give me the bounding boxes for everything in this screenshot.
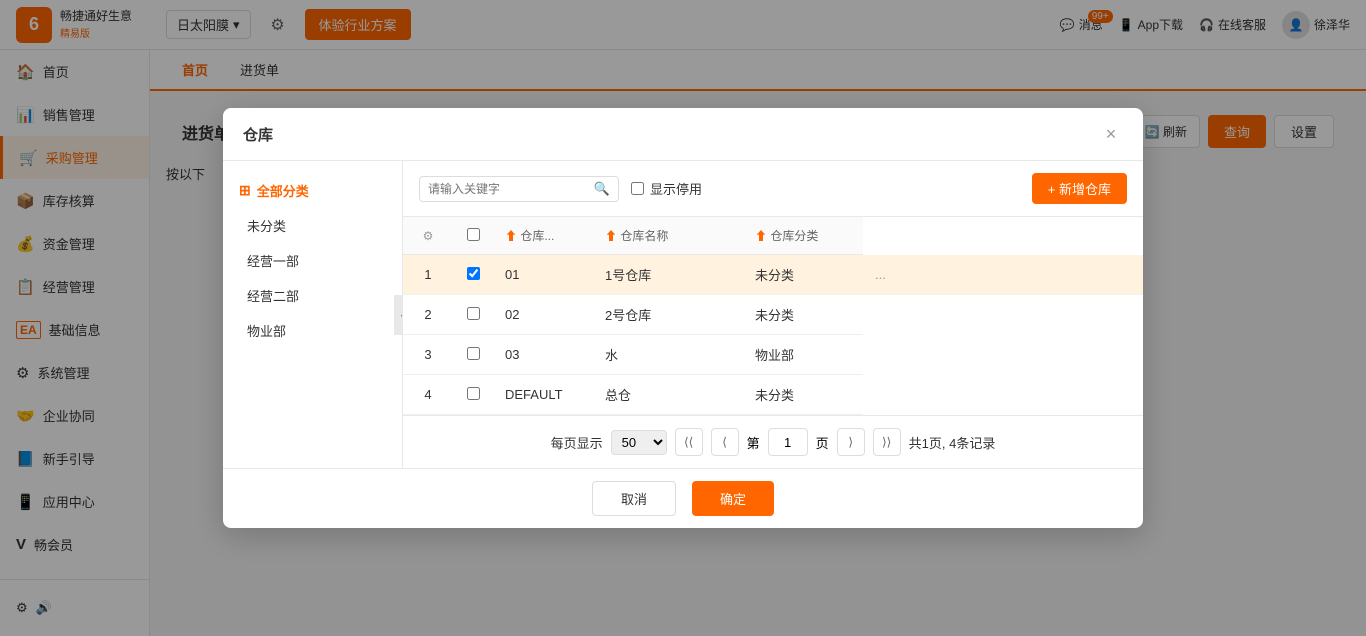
category-item-ops1[interactable]: 经营一部 (223, 243, 402, 278)
row-code: 02 (493, 295, 593, 335)
sort-icon3: ⬆ (755, 229, 767, 243)
category-item-unclassified[interactable]: 未分类 (223, 208, 402, 243)
row-checkbox-cell[interactable] (453, 375, 493, 415)
category-all-label: 全部分类 (257, 181, 309, 200)
table-row[interactable]: 2 02 2号仓库 未分类 (403, 295, 1143, 335)
th-name: ⬆ 仓库名称 (593, 217, 743, 255)
modal-close-button[interactable]: × (1099, 122, 1123, 146)
page-unit: 页 (816, 433, 829, 452)
row-checkbox[interactable] (467, 347, 480, 360)
row-name: 总仓 (593, 375, 743, 415)
sort-icon: ⬆ (505, 229, 517, 243)
row-category: 未分类 (743, 295, 863, 335)
table-row[interactable]: 1 01 1号仓库 未分类 ... (403, 255, 1143, 295)
category-item-property[interactable]: 物业部 (223, 313, 402, 348)
search-input[interactable] (428, 182, 588, 196)
th-checkbox (453, 217, 493, 255)
modal-body: ⊞ 全部分类 未分类 经营一部 经营二部 物业部 « 🔍 显示停用 (223, 161, 1143, 468)
add-warehouse-button[interactable]: + 新增仓库 (1032, 173, 1127, 204)
grid-icon: ⊞ (239, 182, 251, 199)
row-checkbox[interactable] (467, 267, 480, 280)
page-input[interactable] (768, 428, 808, 456)
row-index: 3 (403, 335, 453, 375)
next-page-button[interactable]: ⟩ (837, 428, 865, 456)
row-name: 1号仓库 (593, 255, 743, 295)
row-index: 2 (403, 295, 453, 335)
confirm-button[interactable]: 确定 (692, 481, 774, 516)
collapse-icon: « (401, 308, 403, 322)
per-page-label: 每页显示 (551, 433, 603, 452)
row-actions: ... (863, 255, 1143, 295)
cancel-button[interactable]: 取消 (592, 481, 676, 516)
modal-header: 仓库 × (223, 108, 1143, 161)
collapse-button[interactable]: « (394, 295, 403, 335)
row-category: 物业部 (743, 335, 863, 375)
prev-page-button[interactable]: ⟨ (711, 428, 739, 456)
modal-title: 仓库 (243, 124, 273, 145)
table-row[interactable]: 3 03 水 物业部 (403, 335, 1143, 375)
sort-icon2: ⬆ (605, 229, 617, 243)
modal-toolbar: 🔍 显示停用 + 新增仓库 (403, 161, 1143, 217)
row-code: 03 (493, 335, 593, 375)
search-icon[interactable]: 🔍 (594, 181, 610, 197)
warehouse-modal: 仓库 × ⊞ 全部分类 未分类 经营一部 经营二部 物业部 « 🔍 (223, 108, 1143, 528)
th-category: ⬆ 仓库分类 (743, 217, 863, 255)
row-checkbox[interactable] (467, 387, 480, 400)
table-row[interactable]: 4 DEFAULT 总仓 未分类 (403, 375, 1143, 415)
table-container: ⚙ ⬆ 仓库... ⬆ 仓库名称 (403, 217, 1143, 415)
row-code: DEFAULT (493, 375, 593, 415)
row-category: 未分类 (743, 375, 863, 415)
row-category: 未分类 (743, 255, 863, 295)
search-box: 🔍 (419, 176, 619, 202)
warehouse-table: ⚙ ⬆ 仓库... ⬆ 仓库名称 (403, 217, 1143, 415)
modal-footer: 取消 确定 (223, 468, 1143, 528)
category-panel: ⊞ 全部分类 未分类 经营一部 经营二部 物业部 « (223, 161, 403, 468)
category-item-ops2[interactable]: 经营二部 (223, 278, 402, 313)
row-index: 1 (403, 255, 453, 295)
show-disabled-label[interactable]: 显示停用 (631, 179, 702, 198)
show-disabled-text: 显示停用 (650, 179, 702, 198)
page-prefix: 第 (747, 433, 760, 452)
first-page-button[interactable]: ⟨⟨ (675, 428, 703, 456)
select-all-checkbox[interactable] (467, 228, 480, 241)
category-all[interactable]: ⊞ 全部分类 (223, 173, 402, 208)
total-info: 共1页, 4条记录 (909, 433, 996, 452)
gear-header-icon[interactable]: ⚙ (423, 229, 434, 243)
row-name: 水 (593, 335, 743, 375)
page-size-select[interactable]: 50 100 (611, 430, 667, 455)
row-index: 4 (403, 375, 453, 415)
row-checkbox-cell[interactable] (453, 255, 493, 295)
show-disabled-checkbox[interactable] (631, 182, 644, 195)
th-gear: ⚙ (403, 217, 453, 255)
row-name: 2号仓库 (593, 295, 743, 335)
table-body: 1 01 1号仓库 未分类 ... 2 02 2号仓库 未分类 3 03 水 物… (403, 255, 1143, 415)
row-code: 01 (493, 255, 593, 295)
row-checkbox-cell[interactable] (453, 335, 493, 375)
row-checkbox-cell[interactable] (453, 295, 493, 335)
pagination: 每页显示 50 100 ⟨⟨ ⟨ 第 页 ⟩ ⟩⟩ 共1页, 4条记录 (403, 415, 1143, 468)
last-page-button[interactable]: ⟩⟩ (873, 428, 901, 456)
th-code: ⬆ 仓库... (493, 217, 593, 255)
row-checkbox[interactable] (467, 307, 480, 320)
modal-right-panel: 🔍 显示停用 + 新增仓库 ⚙ (403, 161, 1143, 468)
